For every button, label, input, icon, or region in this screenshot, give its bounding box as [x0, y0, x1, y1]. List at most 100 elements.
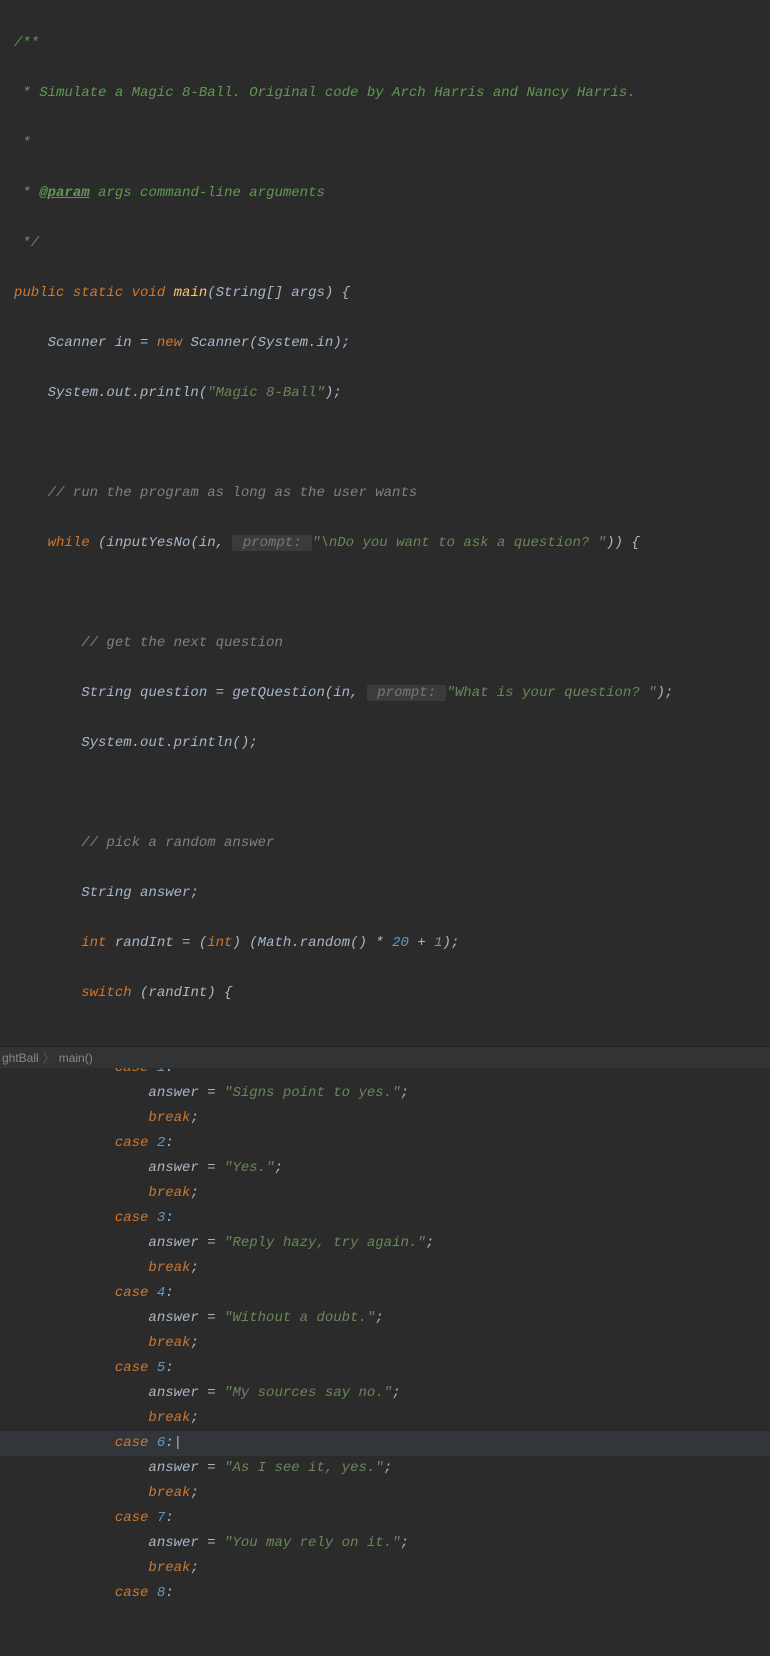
code-line[interactable]: int randInt = (int) (Math.random() * 20 … — [0, 931, 770, 956]
string-literal: "\nDo you want to ask a question? " — [312, 535, 606, 551]
code-line[interactable]: break; — [0, 1406, 770, 1431]
code-line[interactable]: * — [0, 131, 770, 156]
code-line[interactable]: * @param args command-line arguments — [0, 181, 770, 206]
keyword-void: void — [132, 285, 174, 301]
code-line[interactable]: case 6:| — [0, 1431, 770, 1456]
method-params: (String[] args) { — [207, 285, 350, 301]
number-literal: 8 — [157, 1585, 165, 1601]
doc-text: args command-line arguments — [90, 185, 325, 201]
code-line[interactable]: String answer; — [0, 881, 770, 906]
doc-open: /** — [14, 35, 39, 51]
code-line[interactable]: answer = "Signs point to yes."; — [0, 1081, 770, 1106]
code-text: String question = getQuestion(in, — [14, 685, 367, 701]
code-text: Scanner(System.in); — [190, 335, 350, 351]
code-line[interactable]: case 4: — [0, 1281, 770, 1306]
code-text: Scanner in = — [14, 335, 157, 351]
code-line[interactable]: case 3: — [0, 1206, 770, 1231]
keyword-break: break — [148, 1410, 190, 1426]
code-line[interactable]: */ — [0, 231, 770, 256]
doc-text: * — [14, 185, 39, 201]
keyword-case: case — [115, 1435, 157, 1451]
keyword-case: case — [115, 1210, 157, 1226]
doc-text: * — [14, 135, 31, 151]
code-line[interactable]: break; — [0, 1481, 770, 1506]
keyword-case: case — [115, 1285, 157, 1301]
line-comment: // pick a random answer — [14, 835, 274, 851]
code-line[interactable]: break; — [0, 1256, 770, 1281]
code-line[interactable]: answer = "My sources say no."; — [0, 1381, 770, 1406]
code-line[interactable]: case 7: — [0, 1506, 770, 1531]
code-line[interactable]: String question = getQuestion(in, prompt… — [0, 681, 770, 706]
code-line[interactable]: // run the program as long as the user w… — [0, 481, 770, 506]
breadcrumb-bar[interactable]: ghtBall 〉 main() — [0, 1046, 770, 1068]
breadcrumb-item[interactable]: main() — [59, 1051, 93, 1065]
code-line[interactable]: answer = "Without a doubt."; — [0, 1306, 770, 1331]
code-line[interactable]: // get the next question — [0, 631, 770, 656]
code-line[interactable] — [0, 781, 770, 806]
code-text: String answer; — [14, 885, 199, 901]
code-line[interactable]: while (inputYesNo(in, prompt: "\nDo you … — [0, 531, 770, 556]
keyword-int: int — [81, 935, 115, 951]
string-literal: "My sources say no." — [224, 1385, 392, 1401]
number-literal: 7 — [157, 1510, 165, 1526]
keyword-break: break — [148, 1485, 190, 1501]
code-line[interactable]: answer = "Yes."; — [0, 1156, 770, 1181]
code-editor[interactable]: /** * Simulate a Magic 8-Ball. Original … — [0, 0, 770, 1656]
code-line[interactable]: break; — [0, 1181, 770, 1206]
keyword-case: case — [115, 1510, 157, 1526]
param-hint: prompt: — [367, 685, 447, 701]
code-line[interactable] — [0, 431, 770, 456]
keyword-break: break — [148, 1335, 190, 1351]
keyword-int: int — [207, 935, 232, 951]
code-line[interactable]: answer = "Reply hazy, try again."; — [0, 1231, 770, 1256]
code-text: System.out.println( — [14, 385, 207, 401]
code-text: ); — [657, 685, 674, 701]
number-literal: 3 — [157, 1210, 165, 1226]
code-line[interactable]: * Simulate a Magic 8-Ball. Original code… — [0, 81, 770, 106]
breadcrumb-separator: 〉 — [43, 1051, 55, 1065]
string-literal: "You may rely on it." — [224, 1535, 400, 1551]
text-cursor: | — [174, 1435, 182, 1451]
code-line[interactable]: System.out.println("Magic 8-Ball"); — [0, 381, 770, 406]
code-line[interactable]: /** — [0, 31, 770, 56]
keyword-new: new — [157, 335, 191, 351]
code-line[interactable]: case 2: — [0, 1131, 770, 1156]
keyword-break: break — [148, 1110, 190, 1126]
code-line[interactable]: case 8: — [0, 1581, 770, 1606]
keyword-static: static — [73, 285, 132, 301]
keyword-while: while — [48, 535, 98, 551]
code-line[interactable]: case 5: — [0, 1356, 770, 1381]
code-line[interactable]: switch (randInt) { — [0, 981, 770, 1006]
number-literal: 2 — [157, 1135, 165, 1151]
method-name: main — [174, 285, 208, 301]
keyword-break: break — [148, 1560, 190, 1576]
code-line[interactable]: public static void main(String[] args) { — [0, 281, 770, 306]
code-line[interactable]: break; — [0, 1556, 770, 1581]
code-line[interactable]: System.out.println(); — [0, 731, 770, 756]
code-text: (inputYesNo(in, — [98, 535, 232, 551]
string-literal: "Magic 8-Ball" — [207, 385, 325, 401]
keyword-case: case — [115, 1135, 157, 1151]
keyword-public: public — [14, 285, 73, 301]
code-text: ) (Math.random() * — [232, 935, 392, 951]
code-line[interactable]: break; — [0, 1106, 770, 1131]
keyword-switch: switch — [81, 985, 140, 1001]
number-literal: 6 — [157, 1435, 165, 1451]
code-line[interactable]: answer = "You may rely on it."; — [0, 1531, 770, 1556]
code-line[interactable]: break; — [0, 1331, 770, 1356]
string-literal: "As I see it, yes." — [224, 1460, 384, 1476]
string-literal: "Signs point to yes." — [224, 1085, 400, 1101]
code-line[interactable]: // pick a random answer — [0, 831, 770, 856]
doc-text: * Simulate a Magic 8-Ball. Original code… — [14, 85, 636, 101]
param-hint: prompt: — [232, 535, 312, 551]
keyword-case: case — [115, 1585, 157, 1601]
code-line[interactable] — [0, 581, 770, 606]
doc-param-tag: @param — [39, 185, 89, 201]
code-line[interactable]: answer = "As I see it, yes."; — [0, 1456, 770, 1481]
code-text: ); — [325, 385, 342, 401]
string-literal: "What is your question? " — [446, 685, 656, 701]
keyword-case: case — [115, 1360, 157, 1376]
string-literal: "Reply hazy, try again." — [224, 1235, 426, 1251]
breadcrumb-item[interactable]: ghtBall — [2, 1051, 39, 1065]
code-line[interactable]: Scanner in = new Scanner(System.in); — [0, 331, 770, 356]
